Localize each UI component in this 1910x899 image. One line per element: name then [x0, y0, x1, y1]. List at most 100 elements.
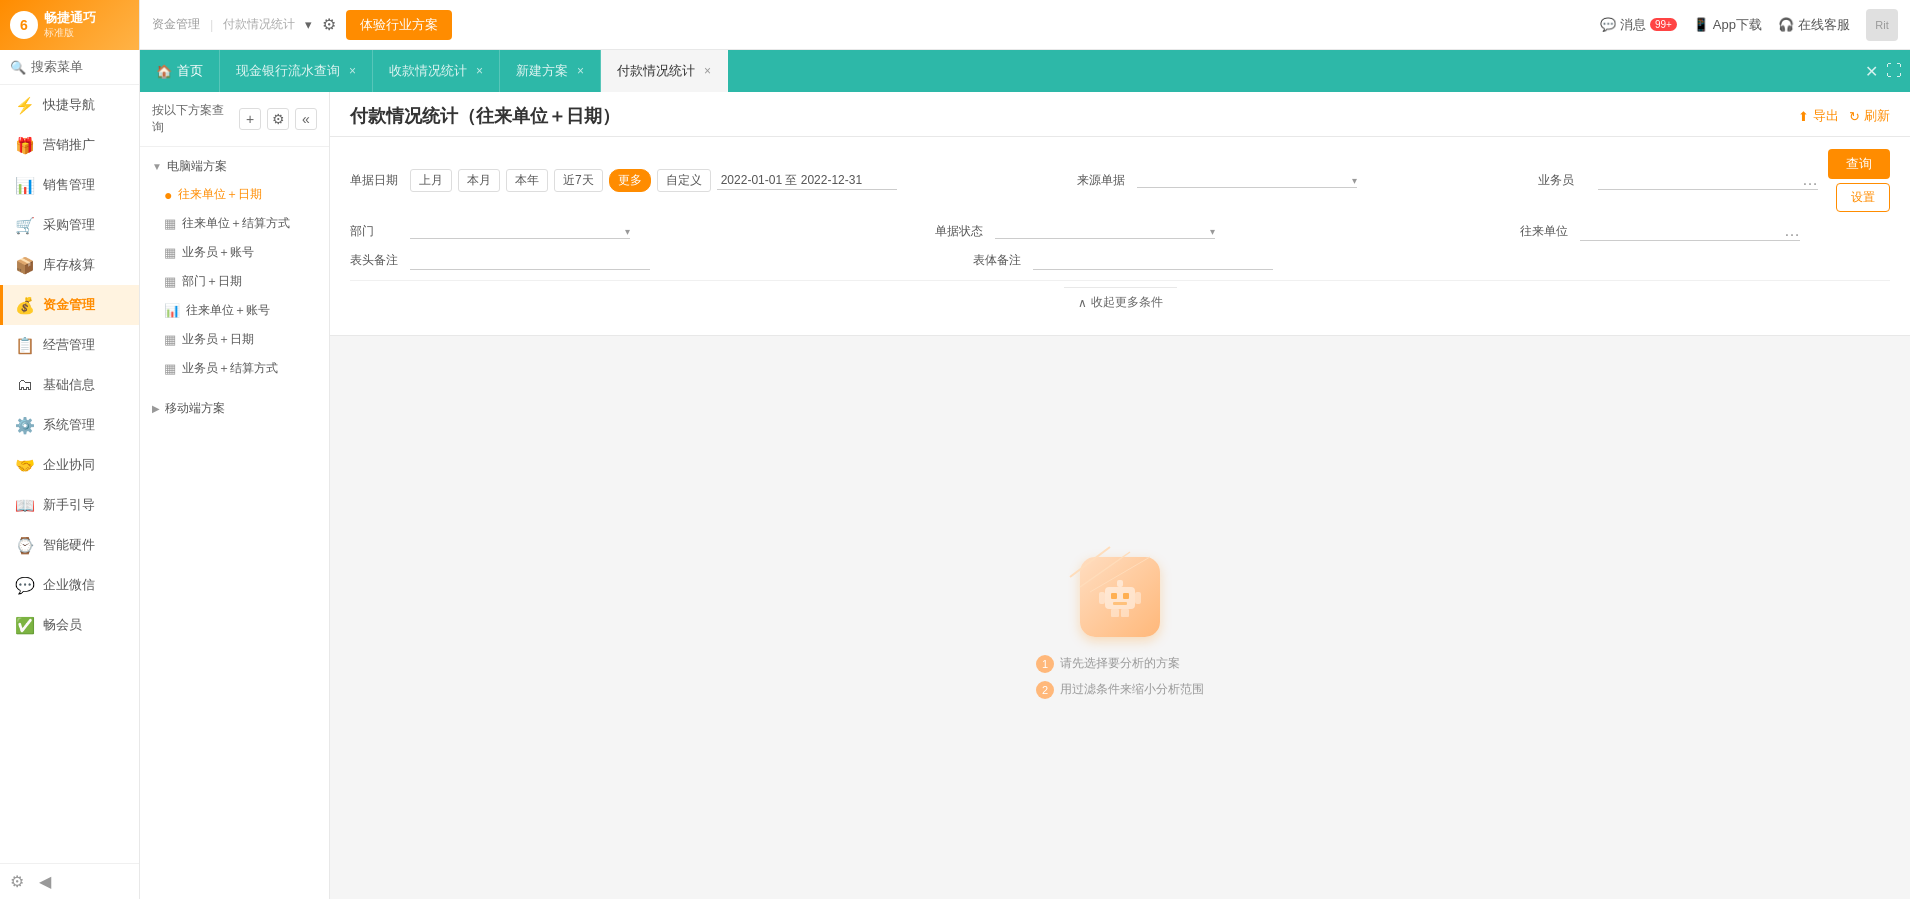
sidebar-item-cooperation[interactable]: 🤝 企业协同 [0, 445, 139, 485]
tab-bank-flow[interactable]: 现金银行流水查询 × [220, 50, 373, 92]
counterparty-input[interactable] [1580, 224, 1784, 238]
guide-icon: 📖 [15, 495, 35, 515]
sidebar-item-guide[interactable]: 📖 新手引导 [0, 485, 139, 525]
salesman-select[interactable]: … [1598, 171, 1818, 190]
sidebar: 6 畅捷通巧 标准版 🔍 搜索菜单 ⚡ 快捷导航 🎁 营销推广 📊 销售管理 🛒… [0, 0, 140, 899]
svg-line-1 [1080, 552, 1130, 587]
search-menu[interactable]: 🔍 搜索菜单 [0, 50, 139, 85]
footer-settings-icon[interactable]: ⚙ [10, 872, 24, 891]
doc-status-input[interactable] [995, 224, 1210, 238]
date-btn-custom[interactable]: 自定义 [657, 169, 711, 192]
tab-expand-icon[interactable]: ⛶ [1886, 62, 1902, 80]
scheme-item-1[interactable]: ▦ 往来单位＋结算方式 [140, 209, 329, 238]
collapse-btn-row: ∧ 收起更多条件 [350, 280, 1890, 323]
scheme-item-icon-1: ▦ [164, 216, 176, 231]
scheme-item-4[interactable]: 📊 往来单位＋账号 [140, 296, 329, 325]
sidebar-item-purchase[interactable]: 🛒 采购管理 [0, 205, 139, 245]
collapse-conditions-btn[interactable]: ∧ 收起更多条件 [1064, 287, 1177, 317]
scheme-settings-btn[interactable]: ⚙ [267, 108, 289, 130]
messages-badge: 99+ [1650, 18, 1677, 31]
filter-row-3: 表头备注 表体备注 [350, 251, 1890, 270]
date-btn-this-year[interactable]: 本年 [506, 169, 548, 192]
app-subtitle: 标准版 [44, 26, 96, 40]
date-range-input[interactable]: 2022-01-01 至 2022-12-31 [717, 171, 897, 190]
scheme-item-5[interactable]: ▦ 业务员＋日期 [140, 325, 329, 354]
finance-icon: 💰 [15, 295, 35, 315]
scheme-collapse-btn[interactable]: « [295, 108, 317, 130]
tab-new-scheme-close[interactable]: × [577, 64, 584, 78]
date-btn-last-month[interactable]: 上月 [410, 169, 452, 192]
dept-input[interactable] [410, 224, 625, 238]
tab-receivable-close[interactable]: × [476, 64, 483, 78]
content-area: 付款情况统计（往来单位＋日期） ⬆ 导出 ↻ 刷新 单据日期 [330, 92, 1910, 899]
source-select[interactable]: ▾ [1137, 173, 1357, 188]
counterparty-dots-btn[interactable]: … [1784, 222, 1800, 240]
page-header: 付款情况统计（往来单位＋日期） ⬆ 导出 ↻ 刷新 [330, 92, 1910, 137]
purchase-icon: 🛒 [15, 215, 35, 235]
tab-payment-stat-close[interactable]: × [704, 64, 711, 78]
query-button[interactable]: 查询 [1828, 149, 1890, 179]
sidebar-item-finance[interactable]: 💰 资金管理 [0, 285, 139, 325]
date-btn-more[interactable]: 更多 [609, 169, 651, 192]
source-input[interactable] [1137, 173, 1352, 187]
sidebar-item-inventory[interactable]: 📦 库存核算 [0, 245, 139, 285]
scheme-group-desktop-title[interactable]: ▼ 电脑端方案 [140, 153, 329, 180]
export-button[interactable]: ⬆ 导出 [1798, 107, 1839, 125]
dept-select[interactable]: ▾ [410, 224, 630, 239]
counterparty-label: 往来单位 [1520, 223, 1570, 240]
messages-action[interactable]: 💬 消息 99+ [1600, 16, 1677, 34]
sidebar-item-marketing[interactable]: 🎁 营销推广 [0, 125, 139, 165]
setting-button[interactable]: 设置 [1836, 183, 1890, 212]
scheme-item-2[interactable]: ▦ 业务员＋账号 [140, 238, 329, 267]
tab-home[interactable]: 🏠 首页 [140, 50, 220, 92]
doc-status-select[interactable]: ▾ [995, 224, 1215, 239]
scheme-item-label-4: 往来单位＋账号 [186, 302, 270, 319]
sidebar-item-sales[interactable]: 📊 销售管理 [0, 165, 139, 205]
sidebar-item-vip[interactable]: ✅ 畅会员 [0, 605, 139, 645]
refresh-button[interactable]: ↻ 刷新 [1849, 107, 1890, 125]
scheme-group-mobile-label: 移动端方案 [165, 400, 225, 417]
sidebar-item-label: 畅会员 [43, 616, 82, 634]
salesman-input[interactable] [1598, 173, 1802, 187]
sidebar-item-basic-info[interactable]: 🗂 基础信息 [0, 365, 139, 405]
trial-button[interactable]: 体验行业方案 [346, 10, 452, 40]
sidebar-item-operation[interactable]: 📋 经营管理 [0, 325, 139, 365]
body-notes-input[interactable] [1033, 251, 1273, 270]
sidebar-item-hardware[interactable]: ⌚ 智能硬件 [0, 525, 139, 565]
user-avatar[interactable]: Rit [1866, 9, 1898, 41]
topbar: 资金管理 | 付款情况统计 ▾ ⚙ 体验行业方案 💬 消息 99+ 📱 App下… [140, 0, 1910, 50]
scheme-add-btn[interactable]: + [239, 108, 261, 130]
tab-bank-flow-close[interactable]: × [349, 64, 356, 78]
tab-receivable-label: 收款情况统计 [389, 62, 467, 80]
date-btn-last-7days[interactable]: 近7天 [554, 169, 603, 192]
sidebar-item-sys-mgmt[interactable]: ⚙️ 系统管理 [0, 405, 139, 445]
sidebar-item-wechat[interactable]: 💬 企业微信 [0, 565, 139, 605]
scheme-group-label: 电脑端方案 [167, 158, 227, 175]
salesman-dots-btn[interactable]: … [1802, 171, 1818, 189]
tab-close-all-icon[interactable]: ✕ [1865, 62, 1878, 81]
header-notes-input[interactable] [410, 251, 650, 270]
scheme-item-label-5: 业务员＋日期 [182, 331, 254, 348]
source-label: 来源单据 [1077, 172, 1127, 189]
tab-payment-stat[interactable]: 付款情况统计 × [601, 50, 728, 92]
svg-rect-10 [1111, 609, 1119, 617]
scheme-item-0[interactable]: ● 往来单位＋日期 [140, 180, 329, 209]
breadcrumb-dropdown[interactable]: ▾ [305, 17, 312, 32]
date-btn-this-month[interactable]: 本月 [458, 169, 500, 192]
tab-new-scheme[interactable]: 新建方案 × [500, 50, 601, 92]
sidebar-nav: ⚡ 快捷导航 🎁 营销推广 📊 销售管理 🛒 采购管理 📦 库存核算 💰 资金管… [0, 85, 139, 863]
scheme-item-3[interactable]: ▦ 部门＋日期 [140, 267, 329, 296]
sys-mgmt-icon: ⚙️ [15, 415, 35, 435]
tab-receivable[interactable]: 收款情况统计 × [373, 50, 500, 92]
scheme-item-icon-0: ● [164, 187, 172, 203]
hint-num-1: 1 [1036, 655, 1054, 673]
scheme-item-6[interactable]: ▦ 业务员＋结算方式 [140, 354, 329, 383]
footer-collapse-icon[interactable]: ◀ [39, 872, 51, 891]
online-service-action[interactable]: 🎧 在线客服 [1778, 16, 1850, 34]
topbar-gear-icon[interactable]: ⚙ [322, 15, 336, 34]
sidebar-item-quick-nav[interactable]: ⚡ 快捷导航 [0, 85, 139, 125]
svg-line-0 [1070, 547, 1110, 577]
counterparty-select[interactable]: … [1580, 222, 1800, 241]
scheme-group-mobile-title[interactable]: ▶ 移动端方案 [140, 395, 329, 422]
app-download-action[interactable]: 📱 App下载 [1693, 16, 1762, 34]
